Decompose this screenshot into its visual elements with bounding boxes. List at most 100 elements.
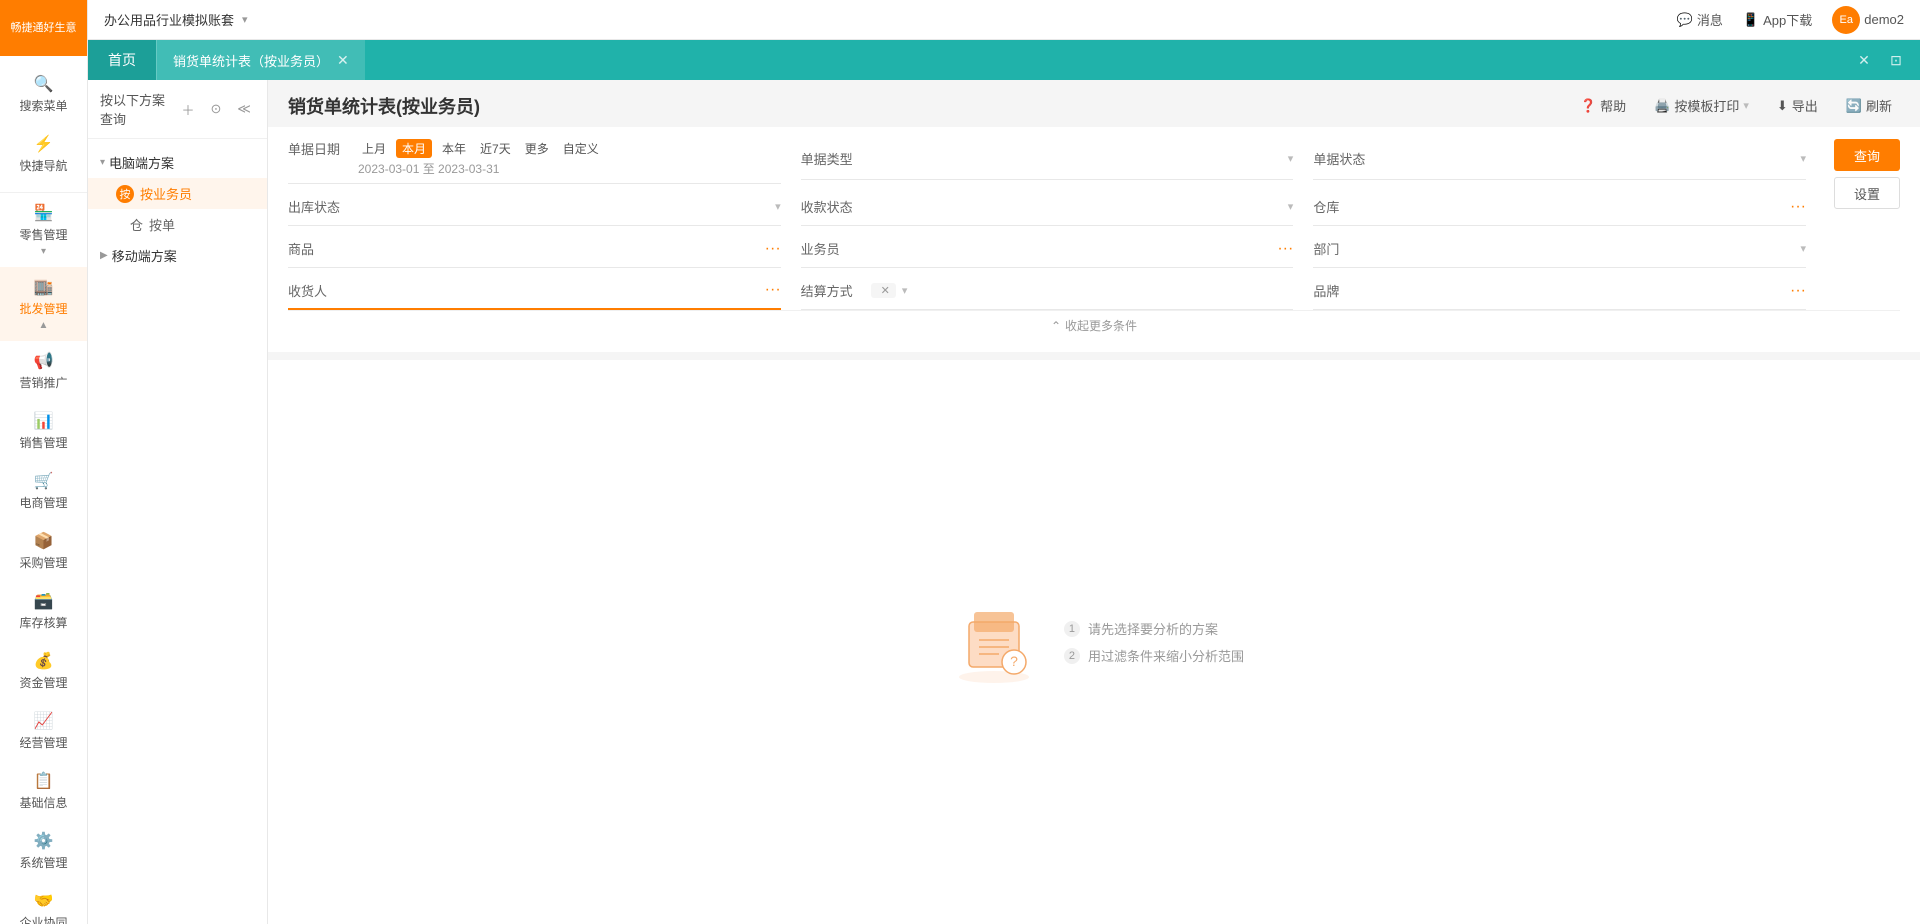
brand-label: 品牌 xyxy=(1313,281,1383,300)
date-tab-this-year[interactable]: 本年 xyxy=(438,139,470,158)
tree-parent-desktop[interactable]: ▾ 电脑端方案 xyxy=(88,147,267,178)
left-panel-header: 按以下方案查询 ＋ ⊙ ≪ xyxy=(88,80,267,139)
sidebar-item-system[interactable]: ⚙️ 系统管理 xyxy=(0,821,87,881)
tab-sales-stat-label: 销货单统计表（按业务员） xyxy=(173,51,329,70)
sidebar-item-sales[interactable]: 📊 销售管理 xyxy=(0,401,87,461)
date-tab-7days[interactable]: 近7天 xyxy=(476,139,515,158)
marketing-icon: 📢 xyxy=(34,351,54,371)
sidebar-item-purchase[interactable]: 📦 采购管理 xyxy=(0,521,87,581)
consignee-label: 收货人 xyxy=(288,281,358,300)
tree-grandchild-by-order[interactable]: 仓 按单 xyxy=(88,209,267,240)
operations-icon: 📈 xyxy=(34,711,54,731)
date-filter-label: 单据日期 xyxy=(288,139,358,158)
topbar-dropdown-icon[interactable]: ▾ xyxy=(242,13,248,26)
doc-status-select[interactable]: ▾ xyxy=(1383,152,1806,165)
brand-ellipsis[interactable]: ··· xyxy=(1790,282,1806,300)
sidebar-item-finance[interactable]: 💰 资金管理 xyxy=(0,641,87,701)
sidebar-operations-label: 经营管理 xyxy=(19,734,67,751)
date-tab-this-month[interactable]: 本月 xyxy=(396,139,432,158)
tabbar-close-btn[interactable]: ✕ xyxy=(1852,48,1876,72)
topbar-app-download-label: App下载 xyxy=(1763,10,1812,29)
export-btn[interactable]: ⬇ 导出 xyxy=(1769,92,1826,119)
avatar: Ea xyxy=(1832,6,1860,34)
tree-parent-mobile[interactable]: ▶ 移动端方案 xyxy=(88,240,267,271)
sidebar-basic-label: 基础信息 xyxy=(19,794,67,811)
payment-method-select[interactable]: ✕ ▾ xyxy=(871,283,1294,298)
basic-icon: 📋 xyxy=(34,771,54,791)
tabbar-restore-btn[interactable]: ⊡ xyxy=(1884,48,1908,72)
ecommerce-icon: 🛒 xyxy=(34,471,54,491)
tab-sales-stat[interactable]: 销货单统计表（按业务员） ✕ xyxy=(156,40,365,80)
payment-method-caret: ▾ xyxy=(902,284,908,297)
topbar-user-name: demo2 xyxy=(1864,12,1904,27)
help-btn[interactable]: ❓ 帮助 xyxy=(1572,92,1634,119)
left-panel-collapse-btn[interactable]: ≪ xyxy=(233,98,255,120)
sidebar-item-collab[interactable]: 🤝 企业协同 xyxy=(0,881,87,924)
salesman-label: 业务员 xyxy=(801,239,871,258)
sidebar-item-search[interactable]: 🔍 搜索菜单 xyxy=(0,64,87,124)
sidebar-item-marketing[interactable]: 📢 营销推广 xyxy=(0,341,87,401)
sidebar-collab-label: 企业协同 xyxy=(19,914,67,924)
tab-home-label: 首页 xyxy=(108,50,136,70)
topbar-user-btn[interactable]: Ea demo2 xyxy=(1832,6,1904,34)
payment-status-select[interactable]: ▾ xyxy=(871,200,1294,213)
tab-close-btn[interactable]: ✕ xyxy=(337,52,349,69)
sidebar-item-basic[interactable]: 📋 基础信息 xyxy=(0,761,87,821)
sidebar-search-area[interactable]: 🔍 搜索菜单 ⚡ 快捷导航 xyxy=(0,56,87,193)
date-tab-last-month[interactable]: 上月 xyxy=(358,139,390,158)
sidebar-item-operations[interactable]: 📈 经营管理 xyxy=(0,701,87,761)
left-panel-settings-btn[interactable]: ⊙ xyxy=(205,98,227,120)
print-btn[interactable]: 🖨️ 按模板打印 ▾ xyxy=(1646,92,1757,119)
goods-ellipsis[interactable]: ··· xyxy=(765,240,781,258)
tree-parent-mobile-label: 移动端方案 xyxy=(112,246,177,265)
topbar-messages-btn[interactable]: 💬 消息 xyxy=(1677,10,1723,29)
refresh-btn[interactable]: 🔄 刷新 xyxy=(1838,92,1900,119)
topbar-title: 办公用品行业模拟账套 xyxy=(104,10,234,29)
query-btn[interactable]: 查询 xyxy=(1834,139,1900,171)
out-status-select[interactable]: ▾ xyxy=(358,200,781,213)
sidebar-item-inventory[interactable]: 🗃️ 库存核算 xyxy=(0,581,87,641)
tip-2-number: 2 xyxy=(1064,648,1080,664)
payment-method-tag: ✕ xyxy=(871,283,896,298)
settings-btn[interactable]: 设置 xyxy=(1834,177,1900,209)
goods-select[interactable]: ··· xyxy=(358,240,781,258)
tree-child-by-salesman[interactable]: 按 按业务员 xyxy=(88,178,267,209)
left-panel-add-btn[interactable]: ＋ xyxy=(177,98,199,120)
collapse-bar[interactable]: ⌃ 收起更多条件 xyxy=(288,310,1900,340)
export-label: 导出 xyxy=(1792,96,1818,115)
doc-type-select[interactable]: ▾ xyxy=(871,152,1294,165)
topbar-app-download-btn[interactable]: 📱 App下载 xyxy=(1743,10,1812,29)
sidebar-item-ecommerce[interactable]: 🛒 电商管理 xyxy=(0,461,87,521)
retail-expand-icon: ▾ xyxy=(41,246,46,257)
filter-row-1: 单据日期 上月 本月 本年 近7天 更多 自定义 xyxy=(288,139,1806,184)
salesman-ellipsis[interactable]: ··· xyxy=(1277,240,1293,258)
warehouse-select[interactable]: ··· xyxy=(1383,198,1806,216)
filter-row-3: 商品 ··· 业务员 ··· xyxy=(288,236,1806,268)
consignee-ellipsis[interactable]: ··· xyxy=(765,281,781,299)
collapse-label: 收起更多条件 xyxy=(1065,317,1137,334)
consignee-text-input[interactable] xyxy=(358,283,765,298)
sidebar-item-quicknav[interactable]: ⚡ 快捷导航 xyxy=(0,124,87,184)
topbar: 办公用品行业模拟账套 ▾ 💬 消息 📱 App下载 Ea demo2 xyxy=(88,0,1920,40)
sidebar-item-wholesale[interactable]: 🏬 批发管理 ▲ xyxy=(0,267,87,341)
department-select[interactable]: ▾ xyxy=(1383,242,1806,255)
salesman-select[interactable]: ··· xyxy=(871,240,1294,258)
payment-status-caret: ▾ xyxy=(1288,200,1294,213)
sidebar-item-retail[interactable]: 🏪 零售管理 ▾ xyxy=(0,193,87,267)
payment-method-tag-close[interactable]: ✕ xyxy=(881,284,890,297)
page-actions: ❓ 帮助 🖨️ 按模板打印 ▾ ⬇ 导出 🔄 刷新 xyxy=(1572,92,1900,119)
finance-icon: 💰 xyxy=(34,651,54,671)
collab-icon: 🤝 xyxy=(34,891,54,911)
payment-status-label: 收款状态 xyxy=(801,197,871,216)
tab-home[interactable]: 首页 xyxy=(88,40,156,80)
filter-area: 单据日期 上月 本月 本年 近7天 更多 自定义 xyxy=(268,127,1920,352)
date-tab-more[interactable]: 更多 xyxy=(521,139,553,158)
tree-chevron-icon: ▾ xyxy=(100,157,105,168)
topbar-left: 办公用品行业模拟账套 ▾ xyxy=(104,10,248,29)
warehouse-ellipsis[interactable]: ··· xyxy=(1790,198,1806,216)
consignee-input[interactable]: ··· xyxy=(358,281,781,299)
brand-select[interactable]: ··· xyxy=(1383,282,1806,300)
right-panel: 销货单统计表(按业务员) ❓ 帮助 🖨️ 按模板打印 ▾ ⬇ 导出 xyxy=(268,80,1920,924)
date-tab-custom[interactable]: 自定义 xyxy=(559,139,603,158)
left-panel: 按以下方案查询 ＋ ⊙ ≪ ▾ 电脑端方案 按 按业务员 仓 按 xyxy=(88,80,268,924)
